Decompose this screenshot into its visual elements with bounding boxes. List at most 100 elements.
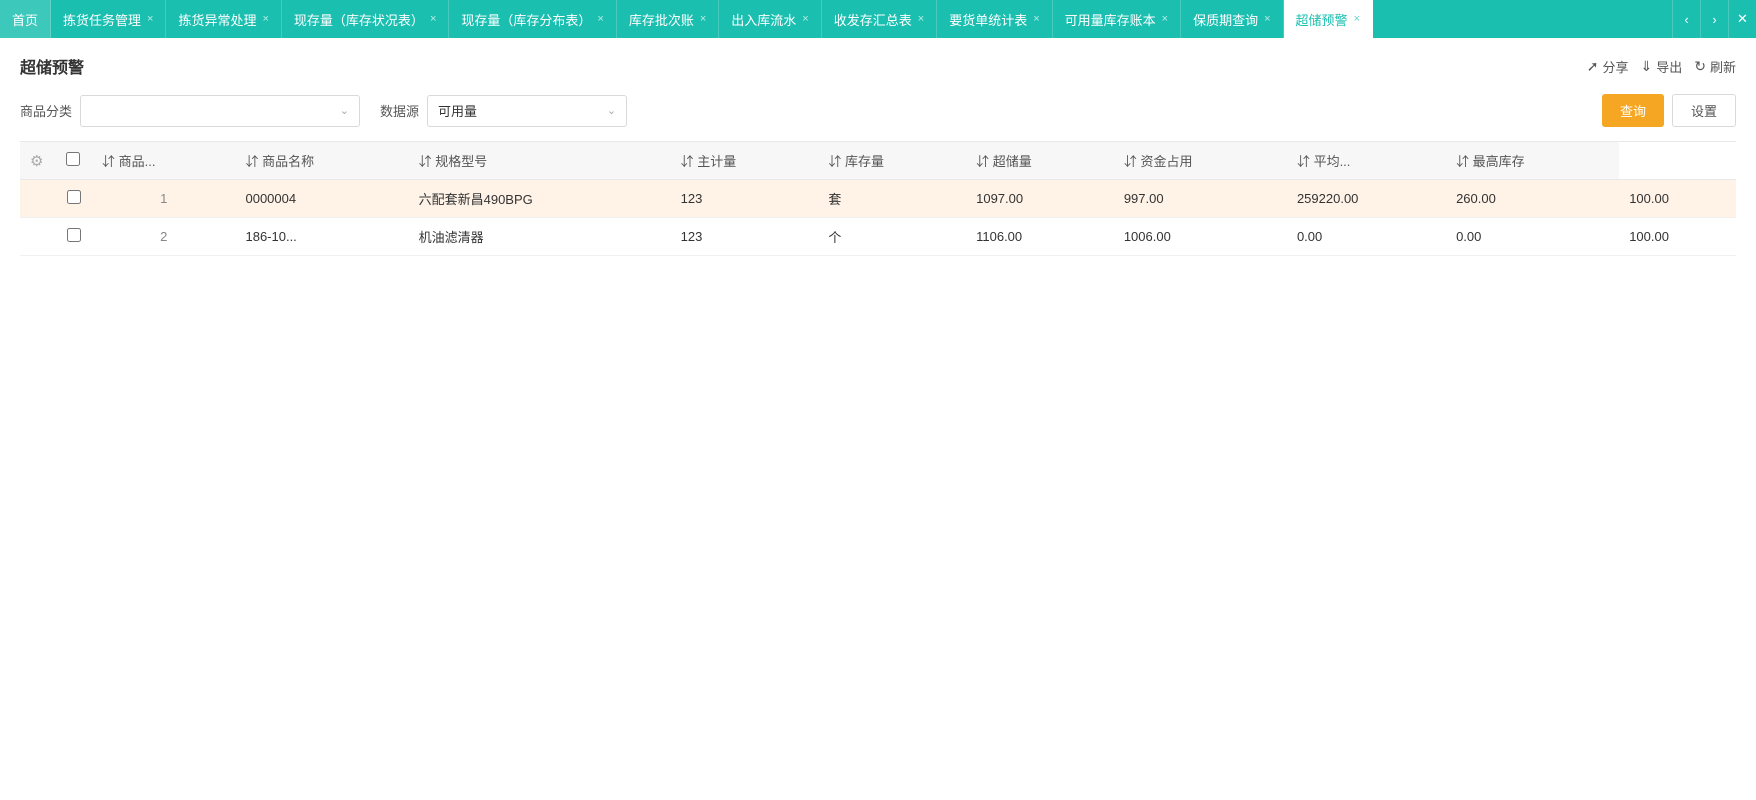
nav-item-close-icon[interactable]: × [1354, 13, 1360, 25]
col-header-capital[interactable]: ⇵ 资金占用 [1114, 142, 1287, 180]
share-label: 分享 [1602, 57, 1628, 76]
row-index-cell: 2 [92, 218, 235, 256]
col-header-product-code[interactable]: ⇵ 商品... [92, 142, 235, 180]
nav-item-label: 拣货异常处理 [178, 10, 256, 29]
nav-item-abnormal[interactable]: 拣货异常处理 × [166, 0, 281, 38]
nav-item-close-icon[interactable]: × [147, 13, 153, 25]
nav-item-expiry[interactable]: 保质期查询 × [1181, 0, 1283, 38]
col-header-spec[interactable]: ⇵ 规格型号 [409, 142, 671, 180]
row-product-code: 0000004 [235, 180, 408, 218]
col-header-inventory[interactable]: ⇵ 库存量 [818, 142, 966, 180]
page-content: 超储预警 ➚ 分享 ⇓ 导出 ↻ 刷新 商品分类 ⌄ 数据源 [0, 38, 1756, 800]
nav-prev-button[interactable]: ‹ [1672, 0, 1700, 38]
nav-item-close-icon[interactable]: × [1162, 13, 1168, 25]
row-unit: 套 [818, 180, 966, 218]
nav-item-close-icon[interactable]: × [1033, 13, 1039, 25]
nav-item-collect[interactable]: 收发存汇总表 × [822, 0, 937, 38]
row-checkbox[interactable] [67, 190, 81, 204]
row-checkbox[interactable] [67, 228, 81, 242]
col-header-unit-label: ⇵ 主计量 [681, 154, 737, 169]
data-table: ⚙ ⇵ 商品... ⇵ 商品名称 ⇵ 规格型号 ⇵ 主计量 ⇵ [20, 141, 1736, 256]
category-select[interactable]: ⌄ [80, 95, 360, 127]
select-all-checkbox[interactable] [66, 152, 80, 166]
row-product-name: 机油滤清器 [409, 218, 671, 256]
row-capital: 259220.00 [1287, 180, 1446, 218]
nav-item-order-stats[interactable]: 要货单统计表 × [937, 0, 1052, 38]
row-max-inventory: 100.00 [1619, 180, 1736, 218]
row-overstock: 1006.00 [1114, 218, 1287, 256]
nav-item-label: 出入库流水 [731, 10, 796, 29]
row-product-name: 六配套新昌490BPG [409, 180, 671, 218]
col-header-product-code-label: ⇵ 商品... [102, 154, 155, 169]
refresh-button[interactable]: ↻ 刷新 [1694, 57, 1736, 76]
datasource-select[interactable]: 可用量 ⌄ [427, 95, 627, 127]
nav-bar: 首页拣货任务管理 ×拣货异常处理 ×现存量（库存状况表） ×现存量（库存分布表）… [0, 0, 1756, 38]
col-header-settings[interactable]: ⚙ [20, 142, 56, 180]
col-header-checkbox[interactable] [56, 142, 92, 180]
row-inventory: 1097.00 [966, 180, 1114, 218]
row-overstock: 997.00 [1114, 180, 1287, 218]
refresh-icon: ↻ [1694, 58, 1706, 75]
share-button[interactable]: ➚ 分享 [1587, 57, 1629, 76]
nav-item-label: 首页 [12, 10, 38, 29]
col-header-avg-label: ⇵ 平均... [1297, 154, 1350, 169]
nav-item-close-icon[interactable]: × [700, 13, 706, 25]
col-header-inventory-label: ⇵ 库存量 [828, 154, 884, 169]
table-row: 2 186-10... 机油滤清器 123 个 1106.00 1006.00 … [20, 218, 1736, 256]
query-button[interactable]: 查询 [1602, 94, 1664, 127]
row-index-cell: 1 [92, 180, 235, 218]
col-header-unit[interactable]: ⇵ 主计量 [671, 142, 819, 180]
nav-item-close-icon[interactable]: × [1264, 13, 1270, 25]
nav-item-label: 可用量库存账本 [1065, 10, 1156, 29]
category-label: 商品分类 [20, 101, 72, 120]
nav-next-button[interactable]: › [1700, 0, 1728, 38]
col-header-product-name[interactable]: ⇵ 商品名称 [235, 142, 408, 180]
row-spec: 123 [671, 180, 819, 218]
filter-actions: 查询 设置 [1602, 94, 1736, 127]
nav-arrows: ‹ › ✕ [1672, 0, 1756, 38]
export-button[interactable]: ⇓ 导出 [1641, 57, 1683, 76]
nav-item-close-icon[interactable]: × [262, 13, 268, 25]
nav-item-label: 超储预警 [1296, 10, 1348, 29]
col-header-overstock[interactable]: ⇵ 超储量 [966, 142, 1114, 180]
header-actions: ➚ 分享 ⇓ 导出 ↻ 刷新 [1587, 57, 1736, 76]
nav-item-task-mgmt[interactable]: 拣货任务管理 × [51, 0, 166, 38]
nav-item-close-icon[interactable]: × [597, 13, 603, 25]
export-icon: ⇓ [1641, 58, 1653, 75]
datasource-chevron-icon: ⌄ [607, 104, 616, 117]
nav-item-label: 库存批次账 [629, 10, 694, 29]
row-checkbox-cell[interactable] [56, 218, 92, 256]
datasource-select-value: 可用量 [438, 101, 477, 120]
settings-button[interactable]: 设置 [1672, 94, 1736, 127]
row-max-inventory: 100.00 [1619, 218, 1736, 256]
nav-item-overstock[interactable]: 超储预警 × [1284, 0, 1373, 38]
row-unit: 个 [818, 218, 966, 256]
nav-close-button[interactable]: ✕ [1728, 0, 1756, 38]
nav-item-inout-flow[interactable]: 出入库流水 × [719, 0, 821, 38]
nav-item-close-icon[interactable]: × [918, 13, 924, 25]
row-avg: 260.00 [1446, 180, 1619, 218]
nav-item-inventory-status[interactable]: 现存量（库存状况表） × [282, 0, 449, 38]
col-header-overstock-label: ⇵ 超储量 [976, 154, 1032, 169]
col-header-avg[interactable]: ⇵ 平均... [1287, 142, 1446, 180]
nav-item-close-icon[interactable]: × [802, 13, 808, 25]
table-row: 1 0000004 六配套新昌490BPG 123 套 1097.00 997.… [20, 180, 1736, 218]
row-avg: 0.00 [1446, 218, 1619, 256]
nav-item-inventory-dist[interactable]: 现存量（库存分布表） × [449, 0, 616, 38]
nav-item-label: 收发存汇总表 [834, 10, 912, 29]
nav-item-home[interactable]: 首页 [0, 0, 51, 38]
nav-item-close-icon[interactable]: × [430, 13, 436, 25]
col-header-max-inventory[interactable]: ⇵ 最高库存 [1446, 142, 1619, 180]
filter-row: 商品分类 ⌄ 数据源 可用量 ⌄ 查询 设置 [20, 94, 1736, 127]
page-header: 超储预警 ➚ 分享 ⇓ 导出 ↻ 刷新 [20, 54, 1736, 78]
refresh-label: 刷新 [1710, 57, 1736, 76]
nav-item-avail-ledger[interactable]: 可用量库存账本 × [1053, 0, 1181, 38]
table-header-row: ⚙ ⇵ 商品... ⇵ 商品名称 ⇵ 规格型号 ⇵ 主计量 ⇵ [20, 142, 1736, 180]
nav-item-batch[interactable]: 库存批次账 × [617, 0, 719, 38]
col-header-product-name-label: ⇵ 商品名称 [245, 154, 314, 169]
share-icon: ➚ [1587, 58, 1599, 75]
export-label: 导出 [1656, 57, 1682, 76]
nav-item-label: 现存量（库存分布表） [461, 10, 591, 29]
row-checkbox-cell[interactable] [56, 180, 92, 218]
settings-gear-icon[interactable]: ⚙ [30, 153, 43, 170]
